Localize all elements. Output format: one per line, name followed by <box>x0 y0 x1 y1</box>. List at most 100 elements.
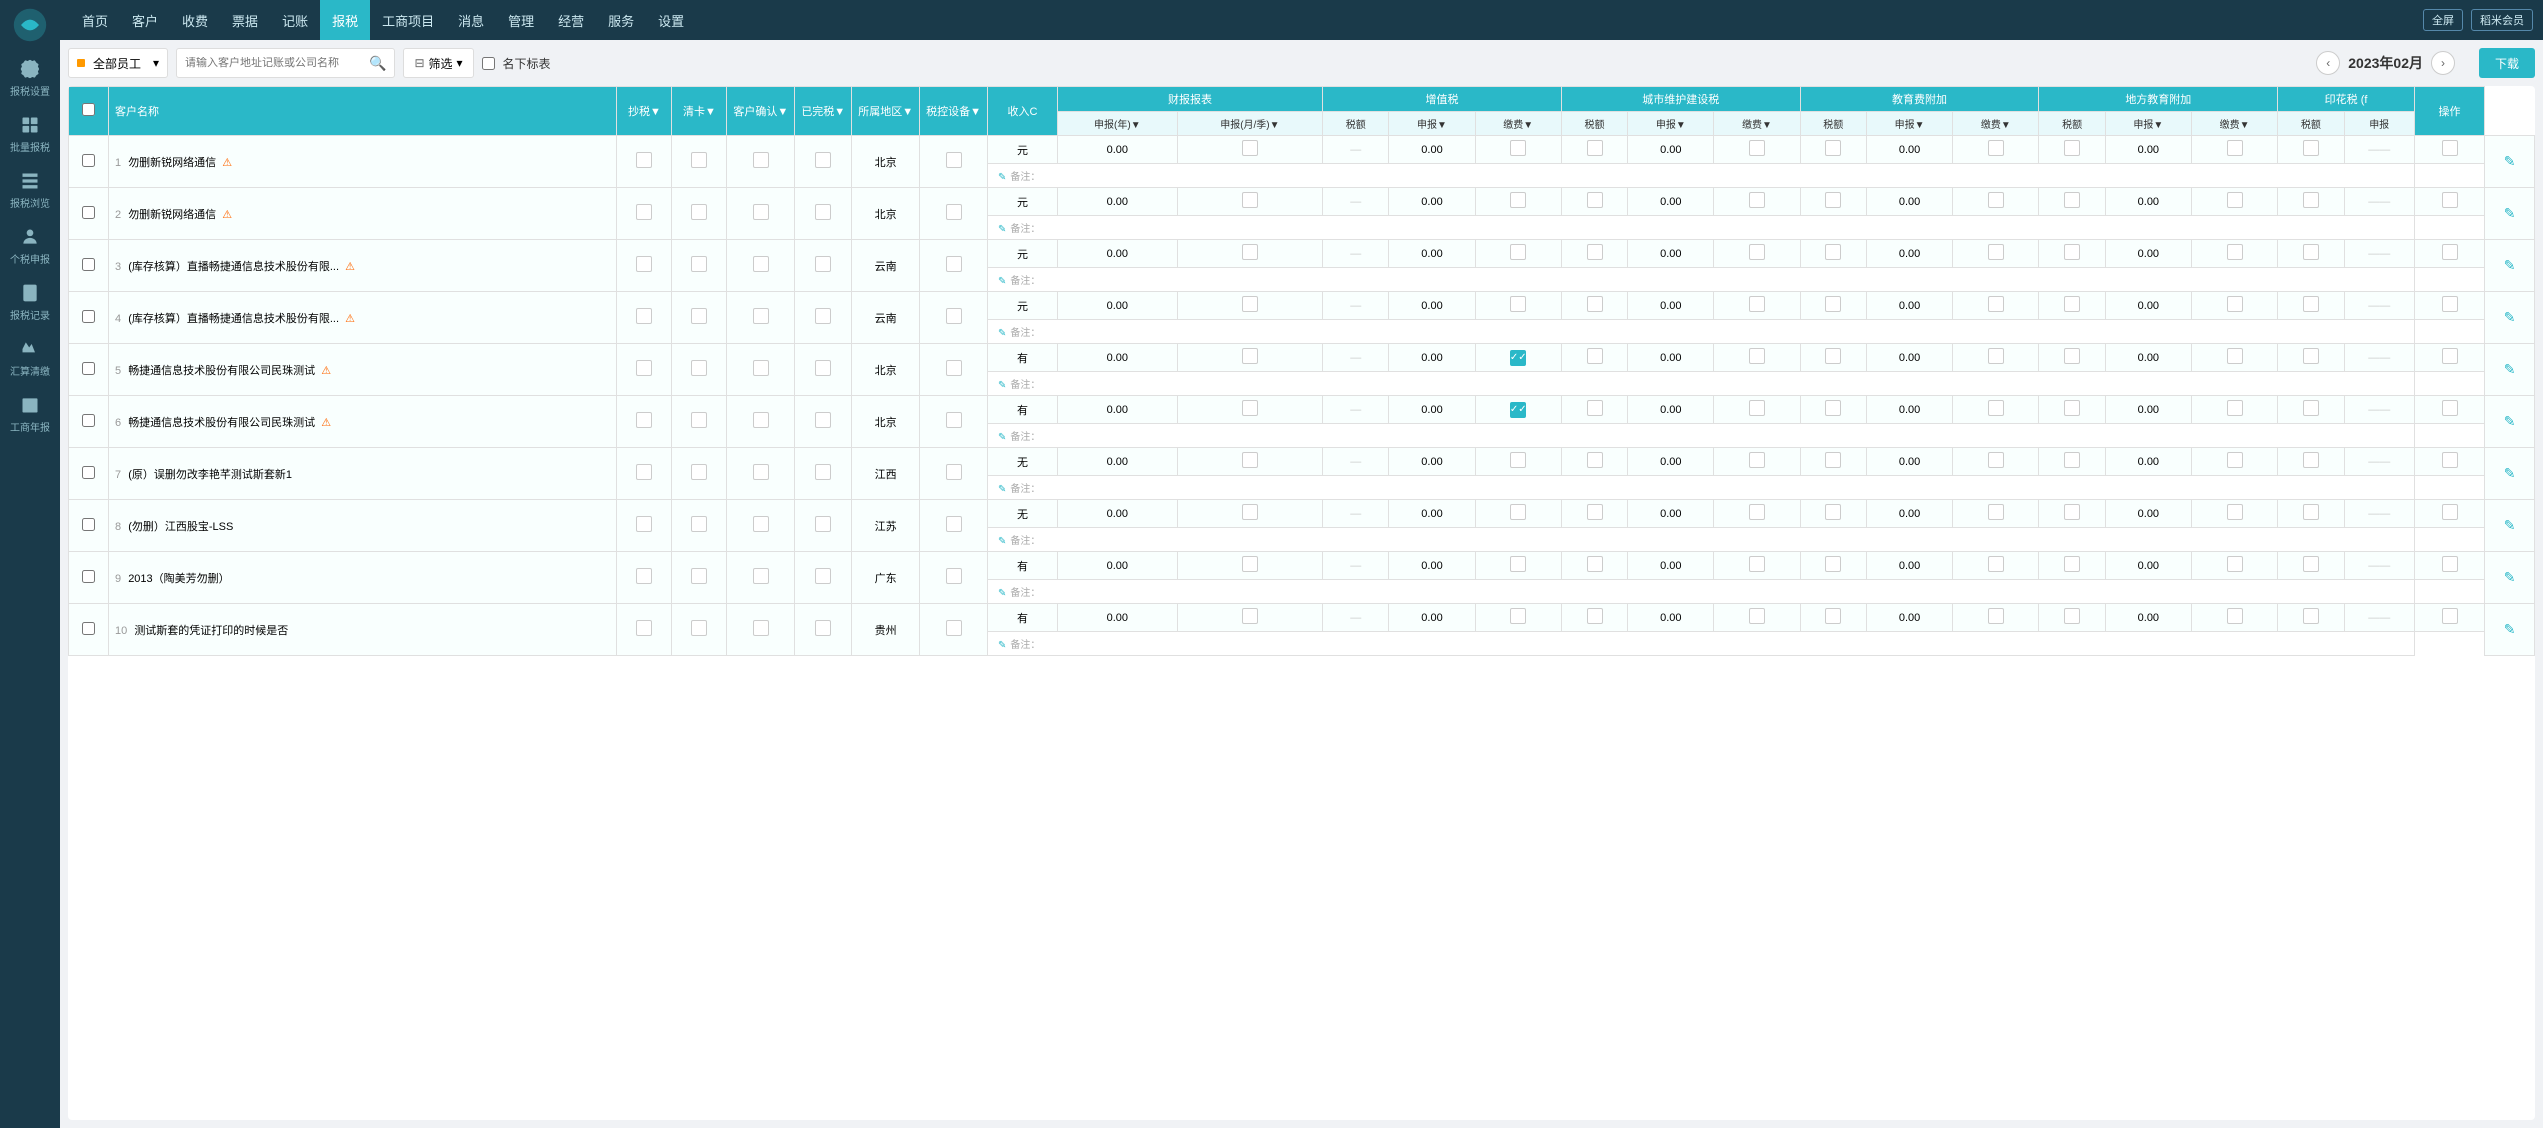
cell-vat-pay[interactable] <box>1561 552 1627 580</box>
checkbox-unchecked[interactable] <box>2442 608 2458 624</box>
checkbox-unchecked[interactable] <box>2303 452 2319 468</box>
checkbox-unchecked[interactable] <box>2442 192 2458 208</box>
cell-vat-pay[interactable] <box>1561 448 1627 476</box>
cell-edu-pay[interactable] <box>2039 188 2105 216</box>
checkbox-unchecked[interactable] <box>1749 296 1765 312</box>
checkbox-unchecked[interactable] <box>2303 556 2319 572</box>
checkbox-unchecked[interactable] <box>1825 452 1841 468</box>
cell-device[interactable] <box>920 604 988 656</box>
checkbox-unchecked[interactable] <box>946 308 962 324</box>
cell-clear-card[interactable] <box>672 344 727 396</box>
cell-copy-tax[interactable] <box>617 188 672 240</box>
cell-stamp-report[interactable] <box>2414 396 2484 424</box>
cell-city-pay[interactable] <box>1800 188 1866 216</box>
nav-tax[interactable]: 报税 <box>320 0 370 40</box>
search-input[interactable] <box>185 57 365 69</box>
cell-city-report[interactable] <box>1714 188 1800 216</box>
edit-remark-icon[interactable]: ✎ <box>998 380 1006 391</box>
checkbox-unchecked[interactable] <box>1587 556 1603 572</box>
cell-confirm[interactable] <box>727 448 795 500</box>
cell-finance-year[interactable] <box>1177 396 1322 424</box>
cell-local-report[interactable] <box>2191 136 2277 164</box>
cell-edu-pay[interactable] <box>2039 292 2105 320</box>
checkbox-unchecked[interactable] <box>636 360 652 376</box>
checkbox-unchecked[interactable] <box>1825 296 1841 312</box>
checkbox-unchecked[interactable] <box>2064 608 2080 624</box>
checkbox-unchecked[interactable] <box>2442 140 2458 156</box>
checkbox-unchecked[interactable] <box>1749 504 1765 520</box>
cell-action[interactable]: ✎ <box>2485 500 2535 552</box>
cell-edu-report[interactable] <box>1953 292 2039 320</box>
cell-action[interactable]: ✎ <box>2485 604 2535 656</box>
cell-action[interactable]: ✎ <box>2485 448 2535 500</box>
checkbox-unchecked[interactable] <box>1587 608 1603 624</box>
checkbox-unchecked[interactable] <box>1825 556 1841 572</box>
checkbox-unchecked[interactable] <box>636 620 652 636</box>
cell-clear-card[interactable] <box>672 240 727 292</box>
checkbox-unchecked[interactable] <box>2303 140 2319 156</box>
cell-paid[interactable] <box>795 188 852 240</box>
checkbox-unchecked[interactable] <box>1242 400 1258 416</box>
checkbox-unchecked[interactable] <box>1510 504 1526 520</box>
checkbox-unchecked[interactable] <box>753 516 769 532</box>
checkbox-unchecked[interactable] <box>691 516 707 532</box>
cell-city-report[interactable] <box>1714 604 1800 632</box>
cell-paid[interactable] <box>795 344 852 396</box>
row-checkbox[interactable] <box>82 622 95 635</box>
checkbox-unchecked[interactable] <box>1988 556 2004 572</box>
checkbox-unchecked[interactable] <box>1988 348 2004 364</box>
cell-local-report[interactable] <box>2191 552 2277 580</box>
cell-device[interactable] <box>920 396 988 448</box>
cell-clear-card[interactable] <box>672 188 727 240</box>
sidebar-item-tax-record[interactable]: 报税记录 <box>0 274 60 330</box>
checkbox-unchecked[interactable] <box>2064 504 2080 520</box>
nav-invoice[interactable]: 票据 <box>220 0 270 40</box>
checkbox-unchecked[interactable] <box>2064 452 2080 468</box>
cell-local-pay[interactable] <box>2278 604 2344 632</box>
checkbox-unchecked[interactable] <box>2442 504 2458 520</box>
cell-vat-report[interactable] <box>1475 500 1561 528</box>
cell-city-pay[interactable] <box>1800 344 1866 372</box>
cell-edu-report[interactable] <box>1953 448 2039 476</box>
checkbox-unchecked[interactable] <box>636 464 652 480</box>
cell-copy-tax[interactable] <box>617 344 672 396</box>
nav-business[interactable]: 经营 <box>546 0 596 40</box>
cell-stamp-report[interactable] <box>2414 500 2484 528</box>
edit-remark-icon[interactable]: ✎ <box>998 640 1006 651</box>
checkbox-unchecked[interactable] <box>815 568 831 584</box>
checkbox-unchecked[interactable] <box>753 256 769 272</box>
cell-paid[interactable] <box>795 136 852 188</box>
checkbox-unchecked[interactable] <box>1825 400 1841 416</box>
filter-button[interactable]: ⊟ 筛选 ▾ <box>403 48 473 78</box>
cell-action[interactable]: ✎ <box>2485 240 2535 292</box>
cell-paid[interactable] <box>795 240 852 292</box>
checkbox-unchecked[interactable] <box>636 204 652 220</box>
fullscreen-btn[interactable]: 全屏 <box>2423 9 2463 31</box>
cell-edu-pay[interactable] <box>2039 500 2105 528</box>
cell-vat-pay[interactable] <box>1561 136 1627 164</box>
checkbox-unchecked[interactable] <box>1242 348 1258 364</box>
cell-edu-report[interactable] <box>1953 396 2039 424</box>
checkbox-unchecked[interactable] <box>1749 192 1765 208</box>
cell-edu-pay[interactable] <box>2039 240 2105 268</box>
checkbox-unchecked[interactable] <box>1587 400 1603 416</box>
cell-device[interactable] <box>920 292 988 344</box>
cell-vat-report[interactable] <box>1475 136 1561 164</box>
checkbox-unchecked[interactable] <box>2442 452 2458 468</box>
checkbox-unchecked[interactable] <box>2064 244 2080 260</box>
cell-local-report[interactable] <box>2191 604 2277 632</box>
cell-action[interactable]: ✎ <box>2485 188 2535 240</box>
sidebar-item-annual-report[interactable]: 工商年报 <box>0 386 60 442</box>
cell-select[interactable] <box>69 240 109 292</box>
checkbox-unchecked[interactable] <box>2442 400 2458 416</box>
checkbox-unchecked[interactable] <box>815 516 831 532</box>
edit-remark-icon[interactable]: ✎ <box>998 328 1006 339</box>
cell-local-pay[interactable] <box>2278 396 2344 424</box>
nav-billing[interactable]: 收费 <box>170 0 220 40</box>
checkbox-unchecked[interactable] <box>691 620 707 636</box>
checkbox-unchecked[interactable] <box>2442 244 2458 260</box>
checkbox-unchecked[interactable] <box>815 620 831 636</box>
cell-city-report[interactable] <box>1714 292 1800 320</box>
checkbox-unchecked[interactable] <box>691 152 707 168</box>
sidebar-item-summary[interactable]: 汇算清缴 <box>0 330 60 386</box>
